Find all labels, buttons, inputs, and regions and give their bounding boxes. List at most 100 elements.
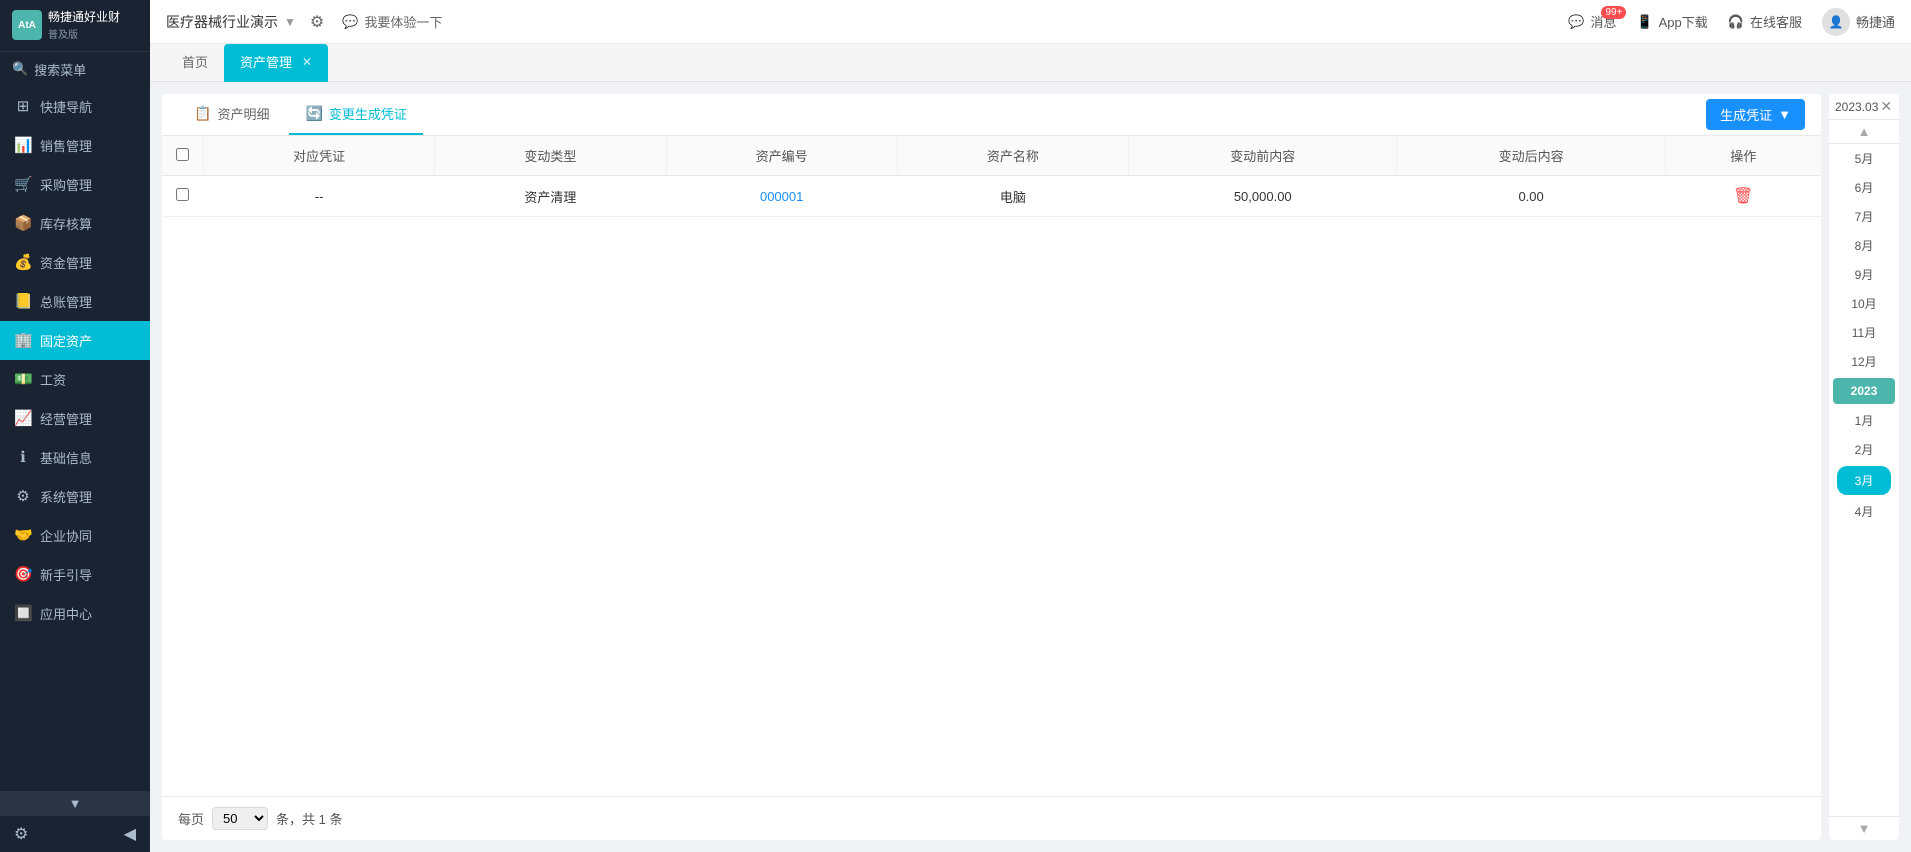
subtabs: 📋 资产明细 🔄 变更生成凭证 生成凭证 ▼ bbox=[162, 94, 1821, 136]
tab-home-label: 首页 bbox=[182, 52, 208, 71]
content-area: 📋 资产明细 🔄 变更生成凭证 生成凭证 ▼ bbox=[150, 82, 1911, 852]
sidebar-item-sales[interactable]: 📊 销售管理 bbox=[0, 126, 150, 165]
table-header-operation: 操作 bbox=[1665, 136, 1821, 176]
timeline-item-12m[interactable]: 12月 bbox=[1829, 347, 1899, 376]
user-profile-btn[interactable]: 👤 畅捷通 bbox=[1822, 8, 1895, 36]
table-header-before-change: 变动前内容 bbox=[1129, 136, 1397, 176]
tab-asset-mgmt[interactable]: 资产管理 ✕ bbox=[224, 44, 328, 82]
fixed-assets-icon: 🏢 bbox=[14, 331, 32, 349]
sidebar-scroll-down[interactable]: ▼ bbox=[0, 791, 150, 815]
collapse-icon[interactable]: ◀ bbox=[124, 824, 136, 844]
timeline-panel: 2023.03 ✕ ⤡ ▲ 5月 6月 7月 8月 9月 10月 11月 12月… bbox=[1829, 94, 1899, 840]
sidebar-item-app-center[interactable]: 🔲 应用中心 bbox=[0, 594, 150, 633]
sidebar-search[interactable]: 🔍 搜索菜单 bbox=[0, 52, 150, 87]
app-name: 畅捷通好业财 bbox=[48, 10, 120, 26]
app-download-btn[interactable]: 📱 App下载 bbox=[1636, 12, 1707, 31]
row-voucher-cell: -- bbox=[204, 176, 435, 217]
guide-icon: 🎯 bbox=[14, 565, 32, 583]
sidebar-item-label: 固定资产 bbox=[40, 331, 92, 350]
quick-nav-icon: ⊞ bbox=[14, 97, 32, 115]
tab-home[interactable]: 首页 bbox=[166, 44, 224, 82]
topbar-settings-btn[interactable]: ⚙ bbox=[306, 8, 328, 36]
sidebar-item-payroll[interactable]: 💵 工资 bbox=[0, 360, 150, 399]
data-table-wrapper: 对应凭证 变动类型 资产编号 资产名称 变动前内容 变动后内容 操作 bbox=[162, 136, 1821, 796]
customer-service-icon: 🎧 bbox=[1728, 14, 1744, 30]
customer-service-btn[interactable]: 🎧 在线客服 bbox=[1728, 12, 1802, 31]
sidebar-item-guide[interactable]: 🎯 新手引导 bbox=[0, 555, 150, 594]
timeline-scroll-up[interactable]: ▲ bbox=[1829, 120, 1899, 144]
subtab-asset-detail-label: 资产明细 bbox=[217, 104, 269, 123]
feedback-icon: 💬 bbox=[342, 14, 358, 30]
sidebar-item-purchase[interactable]: 🛒 采购管理 bbox=[0, 165, 150, 204]
sidebar-item-ledger[interactable]: 📒 总账管理 bbox=[0, 282, 150, 321]
sidebar-item-cooperation[interactable]: 🤝 企业协同 bbox=[0, 516, 150, 555]
sidebar-nav: ⊞ 快捷导航 📊 销售管理 🛒 采购管理 📦 库存核算 💰 资金管理 📒 总账管… bbox=[0, 87, 150, 791]
message-icon: 💬 bbox=[1568, 14, 1584, 30]
table-header-change-type: 变动类型 bbox=[435, 136, 666, 176]
avatar: 👤 bbox=[1822, 8, 1850, 36]
customer-service-label: 在线客服 bbox=[1750, 12, 1802, 31]
table-header-asset-name: 资产名称 bbox=[897, 136, 1128, 176]
timeline-item-6m[interactable]: 6月 bbox=[1829, 173, 1899, 202]
tab-close-icon[interactable]: ✕ bbox=[302, 55, 312, 69]
timeline-header: 2023.03 bbox=[1835, 100, 1878, 114]
purchase-icon: 🛒 bbox=[14, 175, 32, 193]
sidebar-item-inventory[interactable]: 📦 库存核算 bbox=[0, 204, 150, 243]
timeline-item-2m[interactable]: 2月 bbox=[1829, 435, 1899, 464]
scroll-down-icon: ▼ bbox=[69, 796, 82, 811]
generate-btn-label: 生成凭证 bbox=[1720, 105, 1772, 124]
timeline-item-9m[interactable]: 9月 bbox=[1829, 260, 1899, 289]
timeline-item-3m[interactable]: 3月 bbox=[1837, 466, 1891, 495]
sidebar-item-label: 总账管理 bbox=[40, 292, 92, 311]
timeline-item-11m[interactable]: 11月 bbox=[1829, 318, 1899, 347]
subtab-asset-detail[interactable]: 📋 资产明细 bbox=[178, 94, 285, 135]
sidebar: AtA 畅捷通好业财 普及版 🔍 搜索菜单 ⊞ 快捷导航 📊 销售管理 🛒 采购… bbox=[0, 0, 150, 852]
per-page-select[interactable]: 50 10 20 100 bbox=[212, 807, 268, 830]
sidebar-item-system[interactable]: ⚙ 系统管理 bbox=[0, 477, 150, 516]
operations-icon: 📈 bbox=[14, 409, 32, 427]
notifications-btn[interactable]: 💬 消息 99+ bbox=[1568, 12, 1616, 31]
change-voucher-icon: 🔄 bbox=[305, 105, 322, 122]
sidebar-logo: AtA 畅捷通好业财 普及版 bbox=[0, 0, 150, 52]
timeline-item-4m[interactable]: 4月 bbox=[1829, 497, 1899, 526]
basic-info-icon: ℹ bbox=[14, 448, 32, 466]
topbar-right: 💬 消息 99+ 📱 App下载 🎧 在线客服 👤 畅捷通 bbox=[1568, 8, 1895, 36]
sidebar-item-basic-info[interactable]: ℹ 基础信息 bbox=[0, 438, 150, 477]
table-header-voucher: 对应凭证 bbox=[204, 136, 435, 176]
asset-detail-icon: 📋 bbox=[194, 105, 211, 122]
cooperation-icon: 🤝 bbox=[14, 526, 32, 544]
notifications-badge: 99+ bbox=[1601, 6, 1626, 19]
company-selector[interactable]: 医疗器械行业演示 ▼ bbox=[166, 12, 296, 32]
sidebar-item-funds[interactable]: 💰 资金管理 bbox=[0, 243, 150, 282]
timeline-item-7m[interactable]: 7月 bbox=[1829, 202, 1899, 231]
row-before-change-cell: 50,000.00 bbox=[1129, 176, 1397, 217]
sidebar-item-label: 工资 bbox=[40, 370, 66, 389]
select-all-checkbox[interactable] bbox=[176, 148, 189, 161]
sidebar-item-label: 采购管理 bbox=[40, 175, 92, 194]
timeline-item-8m[interactable]: 8月 bbox=[1829, 231, 1899, 260]
per-page-label: 每页 bbox=[178, 809, 204, 828]
generate-voucher-button[interactable]: 生成凭证 ▼ bbox=[1706, 99, 1805, 130]
timeline-item-5m[interactable]: 5月 bbox=[1829, 144, 1899, 173]
timeline-scroll-down[interactable]: ▼ bbox=[1829, 816, 1899, 840]
app-download-icon: 📱 bbox=[1636, 14, 1652, 30]
settings-icon[interactable]: ⚙ bbox=[14, 824, 28, 844]
row-asset-code-cell[interactable]: 000001 bbox=[666, 176, 897, 217]
feedback-btn[interactable]: 💬 我要体验一下 bbox=[342, 12, 442, 31]
sidebar-bottom: ⚙ ◀ bbox=[0, 815, 150, 852]
timeline-item-1m[interactable]: 1月 bbox=[1829, 406, 1899, 435]
sidebar-item-quick-nav[interactable]: ⊞ 快捷导航 bbox=[0, 87, 150, 126]
table-row: -- 资产清理 000001 电脑 50,000.00 0.00 🗑 bbox=[162, 176, 1821, 217]
timeline-item-2023[interactable]: 2023 bbox=[1833, 378, 1895, 404]
timeline-item-10m[interactable]: 10月 bbox=[1829, 289, 1899, 318]
timeline-close-btn[interactable]: ✕ bbox=[1878, 98, 1894, 115]
pagination: 每页 50 10 20 100 条，共 1 条 bbox=[162, 796, 1821, 840]
delete-row-icon[interactable]: 🗑 bbox=[1733, 188, 1753, 205]
sidebar-item-fixed-assets[interactable]: 🏢 固定资产 bbox=[0, 321, 150, 360]
timeline-expand-btn[interactable]: ⤡ bbox=[1898, 98, 1899, 115]
subtab-change-voucher[interactable]: 🔄 变更生成凭证 bbox=[289, 94, 422, 135]
sidebar-search-label: 搜索菜单 bbox=[34, 60, 86, 79]
row-checkbox[interactable] bbox=[176, 188, 189, 201]
sidebar-item-operations[interactable]: 📈 经营管理 bbox=[0, 399, 150, 438]
sales-icon: 📊 bbox=[14, 136, 32, 154]
